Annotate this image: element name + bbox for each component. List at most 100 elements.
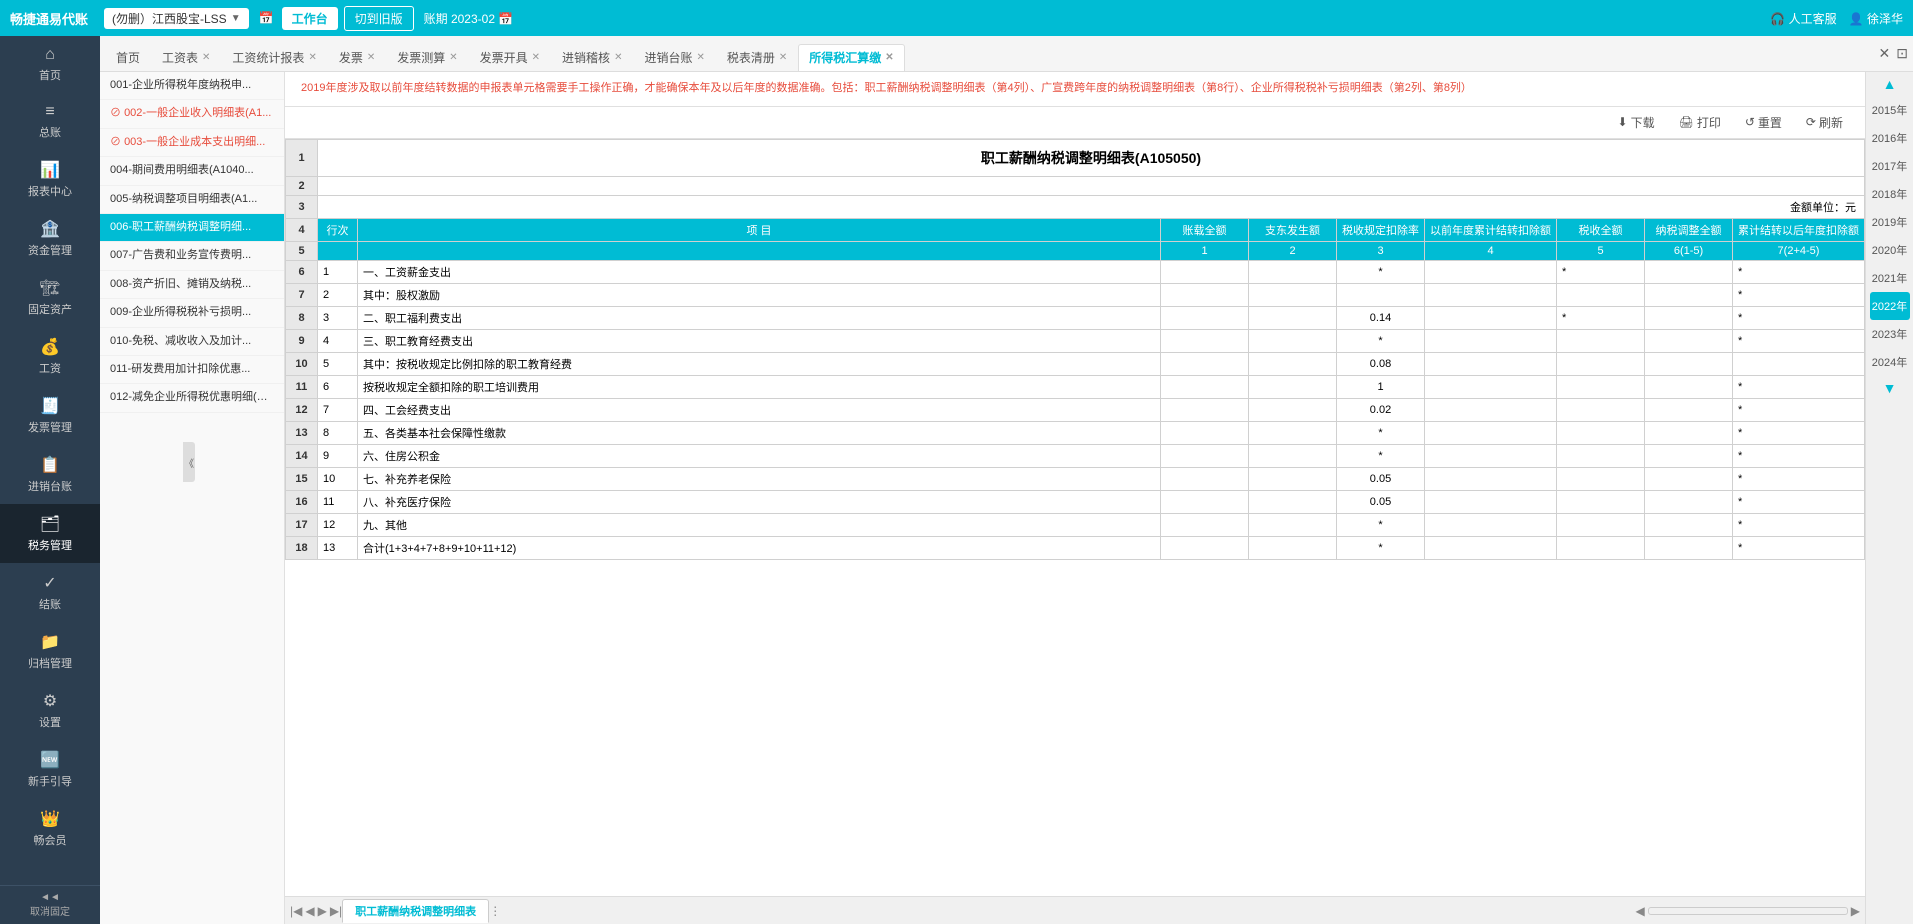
tab-close-payroll[interactable]: ✕ bbox=[202, 52, 210, 63]
sheet-nav-next[interactable]: ▶ bbox=[318, 904, 327, 918]
scroll-left-icon[interactable]: ◀ bbox=[1636, 904, 1645, 918]
switch-old-button[interactable]: 切到旧版 bbox=[344, 6, 414, 31]
sidebar-item-reports[interactable]: 📊 报表中心 bbox=[0, 150, 100, 209]
year-item-2017[interactable]: 2017年 bbox=[1870, 152, 1910, 180]
print-button[interactable]: 🖨 打印 bbox=[1673, 112, 1727, 133]
cancel-fixed-button[interactable]: ◄◄ 取消固定 bbox=[0, 885, 100, 924]
year-nav-down[interactable]: ▼ bbox=[1870, 376, 1910, 400]
sheet-menu-icon[interactable]: ⋮ bbox=[489, 904, 501, 918]
member-icon: 👑 bbox=[40, 809, 60, 829]
sheet-icons[interactable]: ⋮ bbox=[489, 904, 501, 918]
left-panel-item-006[interactable]: 006-职工薪酬纳税调整明细... bbox=[100, 214, 284, 242]
sidebar-item-invoice-mgmt[interactable]: 🧾 发票管理 bbox=[0, 386, 100, 445]
tab-payroll-stats[interactable]: 工资统计报表 ✕ bbox=[221, 44, 327, 72]
tab-income-tax[interactable]: 所得税汇算缴 ✕ bbox=[798, 44, 904, 72]
reset-button[interactable]: ↺ 重置 bbox=[1739, 112, 1788, 133]
tab-close-invoice-open[interactable]: ✕ bbox=[532, 52, 540, 63]
tab-close-tax-clear[interactable]: ✕ bbox=[779, 52, 787, 63]
left-panel-item-012[interactable]: 012-减免企业所得税优惠明细(… bbox=[100, 384, 284, 412]
tab-close-purchase-verify[interactable]: ✕ bbox=[614, 52, 622, 63]
col-a-header: 行次 bbox=[318, 218, 358, 241]
sidebar-item-member[interactable]: 👑 畅会员 bbox=[0, 799, 100, 858]
collapse-panel-button[interactable]: 《 bbox=[183, 442, 195, 482]
sidebar-item-fixed-assets[interactable]: 🏗 固定资产 bbox=[0, 268, 100, 327]
year-item-2023[interactable]: 2023年 bbox=[1870, 320, 1910, 348]
sheet-nav-last[interactable]: ▶| bbox=[330, 904, 342, 918]
year-item-2024[interactable]: 2024年 bbox=[1870, 348, 1910, 376]
scroll-right-icon[interactable]: ▶ bbox=[1851, 904, 1860, 918]
left-panel-item-008[interactable]: 008-资产折旧、摊销及纳税... bbox=[100, 271, 284, 299]
left-panel-item-010[interactable]: 010-免税、减收收入及加计... bbox=[100, 328, 284, 356]
tab-invoice-calc[interactable]: 发票测算 ✕ bbox=[386, 44, 468, 72]
download-button[interactable]: ⬇ 下载 bbox=[1612, 112, 1661, 133]
year-item-2019[interactable]: 2019年 bbox=[1870, 208, 1910, 236]
tab-close-income-tax[interactable]: ✕ bbox=[885, 52, 893, 63]
left-panel-item-011[interactable]: 011-研发费用加计扣除优惠... bbox=[100, 356, 284, 384]
spreadsheet-wrapper[interactable]: 1 职工薪酬纳税调整明细表(A105050) 2 bbox=[285, 139, 1865, 896]
table-row-1: 1 职工薪酬纳税调整明细表(A105050) bbox=[286, 139, 1865, 176]
left-panel-item-003[interactable]: ⊘ 003-一般企业成本支出明细... bbox=[100, 129, 284, 157]
app-logo: 畅捷通易代账 bbox=[10, 9, 88, 28]
sidebar-item-settings[interactable]: ⚙ 设置 bbox=[0, 681, 100, 740]
year-item-2021[interactable]: 2021年 bbox=[1870, 264, 1910, 292]
year-item-2022[interactable]: 2022年 bbox=[1870, 292, 1910, 320]
year-nav-up[interactable]: ▲ bbox=[1870, 72, 1910, 96]
maximize-icon[interactable]: ⊡ bbox=[1896, 45, 1908, 62]
left-panel-item-007[interactable]: 007-广告费和业务宣传费明... bbox=[100, 242, 284, 270]
sheet-tab-active[interactable]: 职工薪酬纳税调整明细表 bbox=[342, 899, 489, 923]
sidebar-item-general-ledger[interactable]: ≡ 总账 bbox=[0, 93, 100, 150]
sidebar-item-archive[interactable]: 📁 归档管理 bbox=[0, 622, 100, 681]
workbench-button[interactable]: 工作台 bbox=[282, 7, 338, 30]
tab-close-payroll-stats[interactable]: ✕ bbox=[308, 52, 316, 63]
year-item-2020[interactable]: 2020年 bbox=[1870, 236, 1910, 264]
left-panel-item-005[interactable]: 005-纳税调整项目明细表(A1... bbox=[100, 186, 284, 214]
col-f-header: 以前年度累计结转扣除额 bbox=[1425, 218, 1557, 241]
sidebar-item-assets-mgmt[interactable]: 🏦 资金管理 bbox=[0, 209, 100, 268]
sheet-nav[interactable]: |◀ ◀ ▶ ▶| bbox=[290, 904, 342, 918]
sidebar-item-close[interactable]: ✓ 结账 bbox=[0, 563, 100, 622]
tab-tax-clear[interactable]: 税表清册 ✕ bbox=[716, 44, 798, 72]
spreadsheet-area: 2019年度涉及取以前年度结转数据的申报表单元格需要手工操作正确，才能确保本年及… bbox=[285, 72, 1865, 924]
assets-icon: 🏦 bbox=[40, 219, 60, 239]
user-avatar[interactable]: 👤 徐泽华 bbox=[1849, 10, 1903, 27]
sidebar-item-tax-mgmt[interactable]: 🗂 税务管理 bbox=[0, 504, 100, 563]
sub-col-f: 4 bbox=[1425, 241, 1557, 260]
inner-content: 001-企业所得税年度纳税申... ⊘ 002-一般企业收入明细表(A1... … bbox=[100, 72, 1913, 924]
sidebar-item-purchase-sales[interactable]: 📋 进销台账 bbox=[0, 445, 100, 504]
sheet-nav-prev[interactable]: ◀ bbox=[305, 904, 314, 918]
close-all-tabs-icon[interactable]: ✕ bbox=[1879, 45, 1891, 62]
sheet-nav-first[interactable]: |◀ bbox=[290, 904, 302, 918]
unit-label: 金额单位：元 bbox=[318, 195, 1865, 218]
table-row: 138五、各类基本社会保障性缴款** bbox=[286, 421, 1865, 444]
tab-home[interactable]: 首页 bbox=[105, 44, 151, 72]
refresh-button[interactable]: ⟳ 刷新 bbox=[1800, 112, 1849, 133]
tab-purchase-verify[interactable]: 进销稽核 ✕ bbox=[551, 44, 633, 72]
warning-bar: 2019年度涉及取以前年度结转数据的申报表单元格需要手工操作正确，才能确保本年及… bbox=[285, 72, 1865, 107]
customer-service[interactable]: 🎧 人工客服 bbox=[1770, 10, 1836, 27]
left-panel-item-004[interactable]: 004-期间费用明细表(A1040... bbox=[100, 157, 284, 185]
tab-payroll[interactable]: 工资表 ✕ bbox=[151, 44, 221, 72]
tab-close-purchase-ledger[interactable]: ✕ bbox=[696, 52, 704, 63]
tab-invoice-open[interactable]: 发票开具 ✕ bbox=[469, 44, 551, 72]
left-panel-item-009[interactable]: 009-企业所得税税补亏损明... bbox=[100, 299, 284, 327]
tab-purchase-ledger[interactable]: 进销台账 ✕ bbox=[633, 44, 715, 72]
print-icon: 🖨 bbox=[1679, 115, 1694, 129]
year-item-2015[interactable]: 2015年 bbox=[1870, 96, 1910, 124]
year-item-2018[interactable]: 2018年 bbox=[1870, 180, 1910, 208]
sidebar-item-new-guide[interactable]: 🆕 新手引导 bbox=[0, 740, 100, 799]
horizontal-scrollbar[interactable] bbox=[1648, 907, 1848, 915]
year-item-2016[interactable]: 2016年 bbox=[1870, 124, 1910, 152]
company-selector[interactable]: (勿删）江西股宝-LSS ▼ bbox=[104, 8, 249, 29]
sidebar-item-home[interactable]: ⌂ 首页 bbox=[0, 36, 100, 93]
left-panel-item-001[interactable]: 001-企业所得税年度纳税申... bbox=[100, 72, 284, 100]
close-period-icon: ✓ bbox=[43, 573, 56, 593]
cancel-fixed-icon: ◄◄ bbox=[40, 892, 60, 903]
tab-invoice[interactable]: 发票 ✕ bbox=[328, 44, 386, 72]
tab-close-invoice[interactable]: ✕ bbox=[367, 52, 375, 63]
calendar-icon[interactable]: 📅 bbox=[259, 11, 274, 25]
tab-close-invoice-calc[interactable]: ✕ bbox=[449, 52, 457, 63]
headset-icon: 🎧 bbox=[1770, 12, 1785, 26]
left-panel-item-002[interactable]: ⊘ 002-一般企业收入明细表(A1... bbox=[100, 100, 284, 128]
table-row: 1712九、其他** bbox=[286, 513, 1865, 536]
sidebar-item-payroll[interactable]: 💰 工资 bbox=[0, 327, 100, 386]
